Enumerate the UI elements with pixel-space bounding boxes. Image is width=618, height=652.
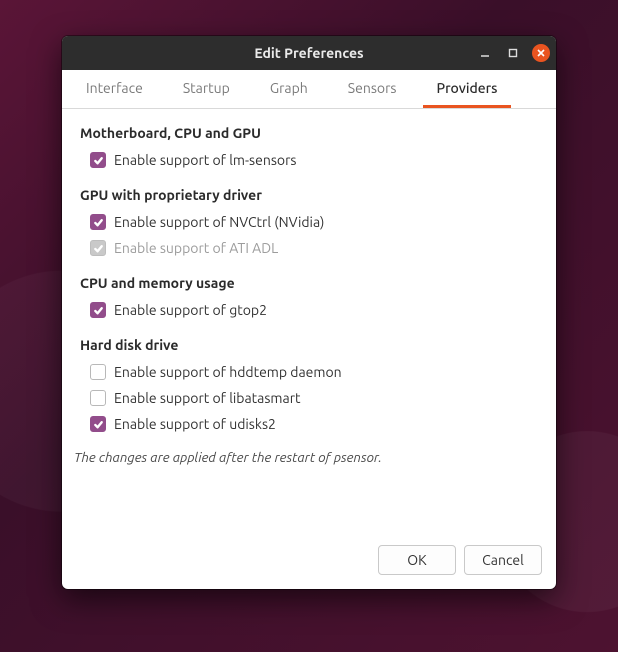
tab-content-providers: Motherboard, CPU and GPU Enable support … [62,109,556,473]
checkbox-ati-adl [90,240,106,256]
close-button[interactable] [532,44,550,62]
checkbox-gtop2[interactable] [90,302,106,318]
option-libatasmart[interactable]: Enable support of libatasmart [80,385,538,411]
maximize-icon [507,47,519,59]
option-label: Enable support of ATI ADL [114,240,278,256]
option-ati-adl: Enable support of ATI ADL [80,235,538,261]
checkbox-hddtemp[interactable] [90,364,106,380]
tab-interface[interactable]: Interface [72,70,157,108]
dialog-footer: OK Cancel [62,533,556,589]
option-label: Enable support of libatasmart [114,390,301,406]
tab-graph[interactable]: Graph [256,70,322,108]
tab-sensors[interactable]: Sensors [334,70,411,108]
section-title-gpu: GPU with proprietary driver [80,187,538,203]
option-udisks2[interactable]: Enable support of udisks2 [80,411,538,437]
option-label: Enable support of lm-sensors [114,152,296,168]
titlebar[interactable]: Edit Preferences [62,36,556,70]
checkbox-lm-sensors[interactable] [90,152,106,168]
tab-startup[interactable]: Startup [169,70,244,108]
option-lm-sensors[interactable]: Enable support of lm-sensors [80,147,538,173]
maximize-button[interactable] [504,44,522,62]
option-nvctrl[interactable]: Enable support of NVCtrl (NVidia) [80,209,538,235]
minimize-button[interactable] [476,44,494,62]
restart-note: The changes are applied after the restar… [74,449,538,465]
window-controls [476,36,550,70]
option-hddtemp[interactable]: Enable support of hddtemp daemon [80,359,538,385]
minimize-icon [479,47,491,59]
checkbox-libatasmart[interactable] [90,390,106,406]
option-label: Enable support of NVCtrl (NVidia) [114,214,324,230]
tab-providers[interactable]: Providers [423,70,512,108]
option-label: Enable support of hddtemp daemon [114,364,342,380]
section-title-mobo: Motherboard, CPU and GPU [80,125,538,141]
option-label: Enable support of udisks2 [114,416,276,432]
section-title-hdd: Hard disk drive [80,337,538,353]
preferences-window: Edit Preferences Interface Startup Graph… [62,36,556,589]
close-icon [536,48,546,58]
option-gtop2[interactable]: Enable support of gtop2 [80,297,538,323]
ok-button[interactable]: OK [378,545,456,575]
section-title-cpu-mem: CPU and memory usage [80,275,538,291]
cancel-button[interactable]: Cancel [464,545,542,575]
option-label: Enable support of gtop2 [114,302,267,318]
window-title: Edit Preferences [254,45,363,61]
tab-bar: Interface Startup Graph Sensors Provider… [62,70,556,109]
checkbox-nvctrl[interactable] [90,214,106,230]
checkbox-udisks2[interactable] [90,416,106,432]
